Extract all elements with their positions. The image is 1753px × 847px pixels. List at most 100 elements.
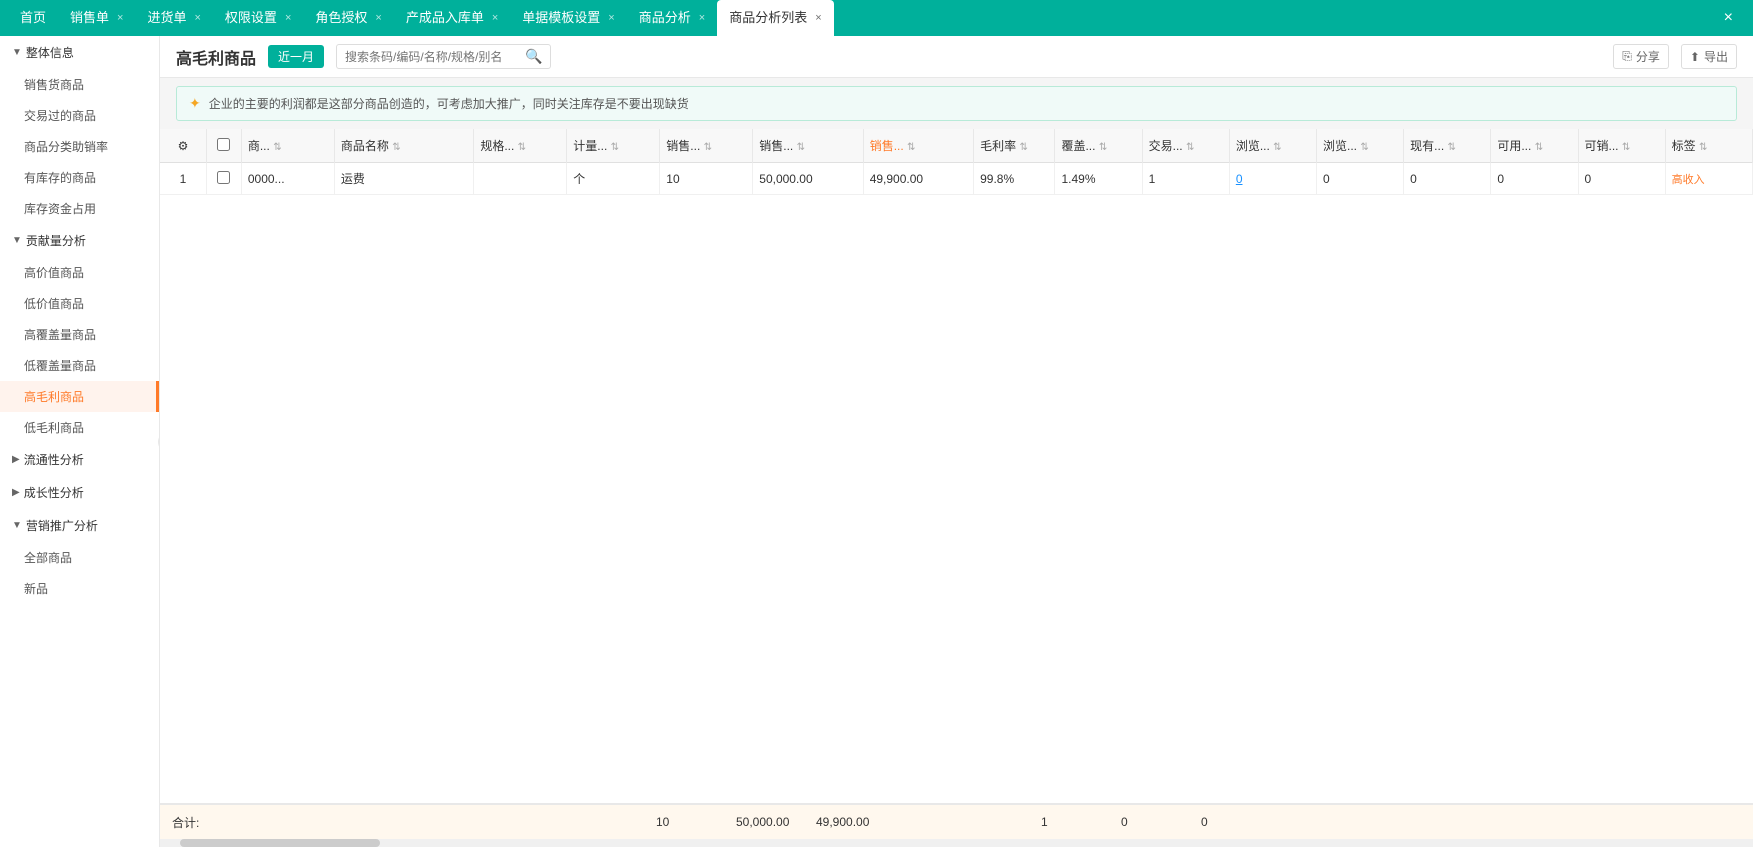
data-table: ⚙ 商... ⇅ 商品名称 ⇅ 规格... ⇅ 计量... ⇅ 销售... ⇅ … xyxy=(160,129,1753,195)
col-settings[interactable]: ⚙ xyxy=(160,129,206,163)
footer-label: 合计: xyxy=(160,814,220,831)
sidebar-item-high-margin[interactable]: 高毛利商品 xyxy=(0,381,159,412)
sidebar-item-sales-goods[interactable]: 销售货商品 xyxy=(0,69,159,100)
sidebar-item-new-goods[interactable]: 新品 xyxy=(0,573,159,604)
nav-sales-order[interactable]: 销售单 × xyxy=(58,0,135,36)
col-sales-qty[interactable]: 销售... ⇅ xyxy=(660,129,753,163)
sidebar-item-high-value[interactable]: 高价值商品 xyxy=(0,257,159,288)
cell-unit: 个 xyxy=(567,163,660,195)
export-button[interactable]: ⬆ 导出 xyxy=(1681,44,1737,69)
sidebar-item-low-coverage[interactable]: 低覆盖量商品 xyxy=(0,350,159,381)
col-transactions[interactable]: 交易... ⇅ xyxy=(1142,129,1229,163)
share-icon: ⎘ xyxy=(1622,49,1632,64)
col-spec[interactable]: 规格... ⇅ xyxy=(474,129,567,163)
sidebar-item-in-stock-goods[interactable]: 有库存的商品 xyxy=(0,162,159,193)
col-available-stock[interactable]: 可用... ⇅ xyxy=(1491,129,1578,163)
chevron-right-icon: ▶ xyxy=(12,487,20,498)
nav-home[interactable]: 首页 xyxy=(8,0,58,36)
sidebar-item-category-rate[interactable]: 商品分类助销率 xyxy=(0,131,159,162)
sidebar-group-overall-info[interactable]: ▼ 整体信息 xyxy=(0,36,159,69)
cell-sales-amount: 50,000.00 xyxy=(753,163,863,195)
col-unit[interactable]: 计量... ⇅ xyxy=(567,129,660,163)
data-table-wrapper[interactable]: ⚙ 商... ⇅ 商品名称 ⇅ 规格... ⇅ 计量... ⇅ 销售... ⇅ … xyxy=(160,129,1753,803)
search-icon[interactable]: 🔍 xyxy=(525,48,542,65)
cell-gross-rate: 99.8% xyxy=(974,163,1055,195)
cell-browse2: 0 xyxy=(1316,163,1403,195)
cell-available-stock: 0 xyxy=(1491,163,1578,195)
nav-role-auth[interactable]: 角色授权 × xyxy=(303,0,393,36)
col-gross-rate[interactable]: 毛利率 ⇅ xyxy=(974,129,1055,163)
close-icon[interactable]: × xyxy=(608,0,614,36)
col-sales-cost[interactable]: 销售... ⇅ xyxy=(863,129,973,163)
sidebar-item-inventory-capital[interactable]: 库存资金占用 xyxy=(0,193,159,224)
time-filter-button[interactable]: 近一月 xyxy=(268,45,324,68)
footer-sales-qty: 10 xyxy=(650,811,730,833)
sidebar-group-liquidity[interactable]: ▶ 流通性分析 xyxy=(0,443,159,476)
sidebar-group-contribution[interactable]: ▼ 贡献量分析 xyxy=(0,224,159,257)
scrollbar-thumb[interactable] xyxy=(180,839,380,847)
cell-checkbox[interactable] xyxy=(206,163,241,195)
cell-sales-qty: 10 xyxy=(660,163,753,195)
table-row: 1 0000... 运费 个 10 50,000.00 49,900.00 99… xyxy=(160,163,1753,195)
close-icon[interactable]: × xyxy=(375,0,381,36)
close-icon[interactable]: × xyxy=(699,0,705,36)
nav-permission-settings[interactable]: 权限设置 × xyxy=(213,0,303,36)
search-input[interactable] xyxy=(345,50,525,64)
sidebar-item-low-margin[interactable]: 低毛利商品 xyxy=(0,412,159,443)
info-banner: ✦ 企业的主要的利润都是这部分商品创造的，可考虑加大推广，同时关注库存是不要出现… xyxy=(176,86,1737,121)
cell-name: 运费 xyxy=(334,163,473,195)
chevron-right-icon: ▶ xyxy=(12,454,20,465)
page-title: 高毛利商品 xyxy=(176,45,256,69)
cell-transactions: 1 xyxy=(1142,163,1229,195)
col-current-stock[interactable]: 现有... ⇅ xyxy=(1404,129,1491,163)
close-icon[interactable]: × xyxy=(815,0,821,36)
close-icon[interactable]: × xyxy=(285,0,291,36)
col-browse2[interactable]: 浏览... ⇅ xyxy=(1316,129,1403,163)
search-box[interactable]: 🔍 xyxy=(336,44,551,69)
col-tag[interactable]: 标签 ⇅ xyxy=(1665,129,1752,163)
nav-purchase-order[interactable]: 进货单 × xyxy=(135,0,212,36)
sidebar-item-all-goods[interactable]: 全部商品 xyxy=(0,542,159,573)
sidebar-item-high-coverage[interactable]: 高覆盖量商品 xyxy=(0,319,159,350)
window-close-button[interactable]: × xyxy=(1712,9,1745,27)
footer-sales-amount: 50,000.00 xyxy=(730,811,810,833)
sidebar-group-growth[interactable]: ▶ 成长性分析 xyxy=(0,476,159,509)
row-checkbox[interactable] xyxy=(217,171,230,184)
nav-product-analysis-list[interactable]: 商品分析列表 × xyxy=(717,0,833,36)
cell-sales-cost: 49,900.00 xyxy=(863,163,973,195)
cell-coverage: 1.49% xyxy=(1055,163,1142,195)
sidebar-group-marketing[interactable]: ▼ 营销推广分析 xyxy=(0,509,159,542)
col-name[interactable]: 商品名称 ⇅ xyxy=(334,129,473,163)
chevron-down-icon: ▼ xyxy=(12,235,22,246)
nav-product-analysis[interactable]: 商品分析 × xyxy=(627,0,717,36)
close-icon[interactable]: × xyxy=(117,0,123,36)
col-sales-amount[interactable]: 销售... ⇅ xyxy=(753,129,863,163)
cell-index: 1 xyxy=(160,163,206,195)
sidebar-item-low-value[interactable]: 低价值商品 xyxy=(0,288,159,319)
chevron-down-icon: ▼ xyxy=(12,520,22,531)
col-code[interactable]: 商... ⇅ xyxy=(241,129,334,163)
close-icon[interactable]: × xyxy=(492,0,498,36)
footer-transactions: 1 xyxy=(1035,811,1115,833)
nav-template-settings[interactable]: 单据模板设置 × xyxy=(510,0,626,36)
cell-browse1[interactable]: 0 xyxy=(1229,163,1316,195)
col-sellable-stock[interactable]: 可销... ⇅ xyxy=(1578,129,1665,163)
chevron-down-icon: ▼ xyxy=(12,47,22,58)
sidebar-item-traded-goods[interactable]: 交易过的商品 xyxy=(0,100,159,131)
select-all-checkbox[interactable] xyxy=(217,138,230,151)
nav-product-inbound[interactable]: 产成品入库单 × xyxy=(394,0,510,36)
horizontal-scrollbar[interactable] xyxy=(160,839,1753,847)
close-icon[interactable]: × xyxy=(194,0,200,36)
cell-spec xyxy=(474,163,567,195)
col-coverage[interactable]: 覆盖... ⇅ xyxy=(1055,129,1142,163)
footer-total-row: 合计: 10 50,000.00 49,900.00 1 0 0 xyxy=(160,803,1753,839)
col-checkbox[interactable] xyxy=(206,129,241,163)
share-button[interactable]: ⎘ 分享 xyxy=(1613,44,1669,69)
col-browse1[interactable]: 浏览... ⇅ xyxy=(1229,129,1316,163)
info-icon: ✦ xyxy=(189,95,201,112)
footer-browse1: 0 xyxy=(1115,811,1195,833)
cell-sellable-stock: 0 xyxy=(1578,163,1665,195)
sidebar: « ▼ 整体信息 销售货商品 交易过的商品 商品分类助销率 有库存的商品 库存资… xyxy=(0,36,160,847)
content-area: 高毛利商品 近一月 🔍 ⎘ 分享 ⬆ 导出 ✦ 企业的主要的利润都是这部分商品创… xyxy=(160,36,1753,847)
cell-current-stock: 0 xyxy=(1404,163,1491,195)
